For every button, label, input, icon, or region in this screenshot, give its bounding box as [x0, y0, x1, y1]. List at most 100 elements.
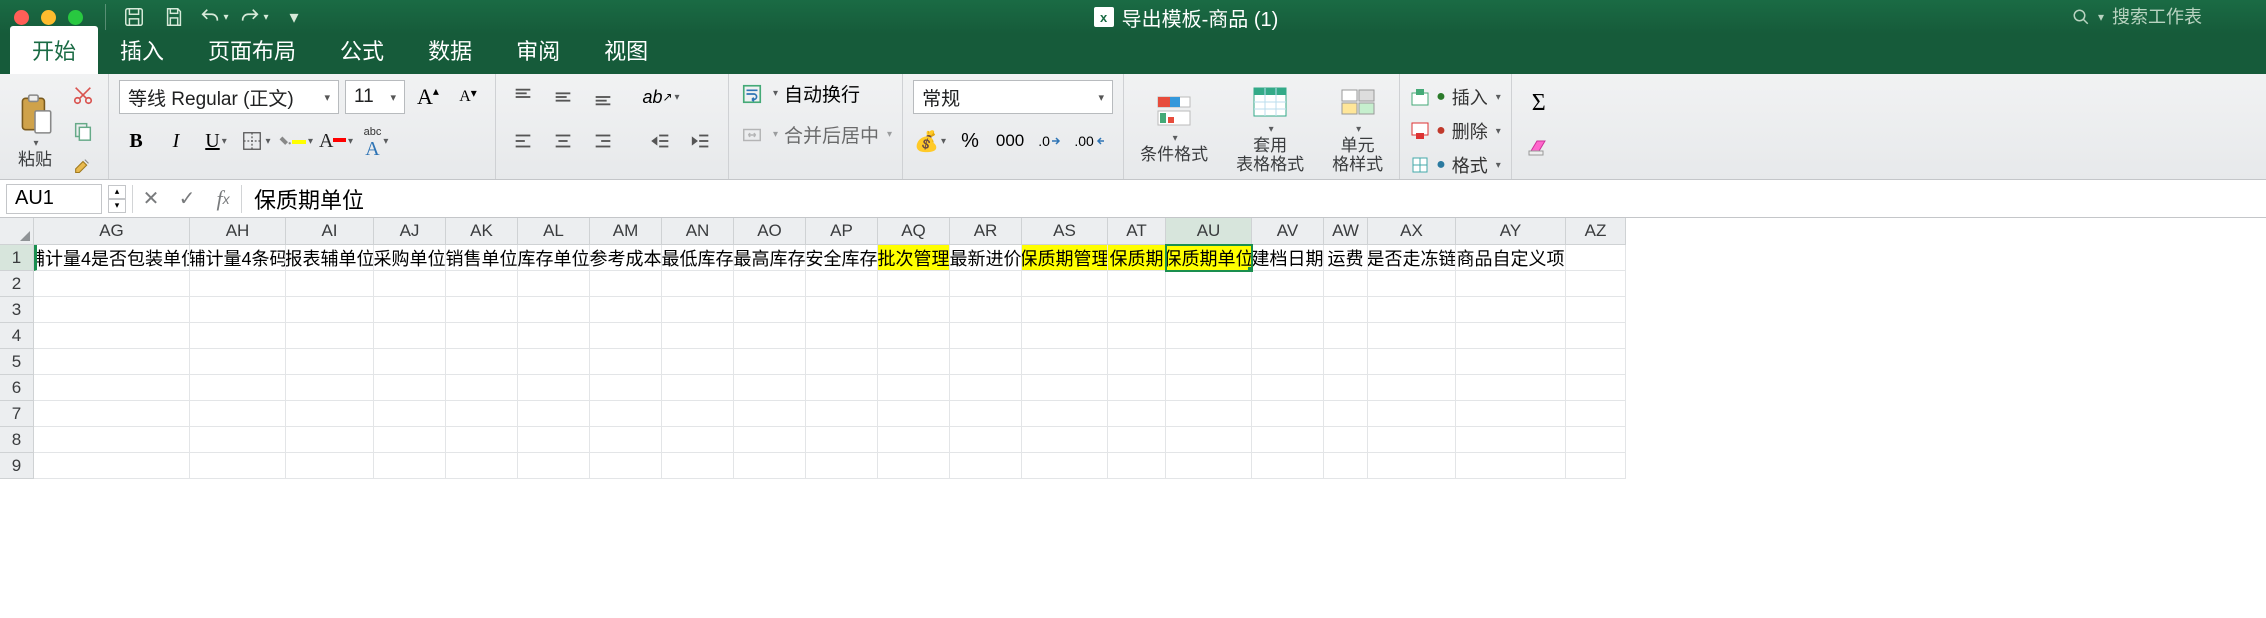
- cell-AZ3[interactable]: [1566, 297, 1626, 323]
- cell-AV2[interactable]: [1252, 271, 1324, 297]
- cell-AP3[interactable]: [806, 297, 878, 323]
- cell-AW2[interactable]: [1324, 271, 1368, 297]
- cell-AS1[interactable]: 保质期管理: [1022, 245, 1108, 271]
- cell-AR5[interactable]: [950, 349, 1022, 375]
- cell-AY3[interactable]: [1456, 297, 1566, 323]
- cell-AI4[interactable]: [286, 323, 374, 349]
- tab-审阅[interactable]: 审阅: [494, 26, 582, 74]
- cell-AH5[interactable]: [190, 349, 286, 375]
- cell-AO2[interactable]: [734, 271, 806, 297]
- cell-AH3[interactable]: [190, 297, 286, 323]
- select-all-button[interactable]: [0, 218, 34, 245]
- cell-AV5[interactable]: [1252, 349, 1324, 375]
- cell-AJ1[interactable]: 采购单位: [374, 245, 446, 271]
- row-header-1[interactable]: 1: [0, 245, 34, 271]
- cell-AP2[interactable]: [806, 271, 878, 297]
- cell-AQ3[interactable]: [878, 297, 950, 323]
- cell-AL1[interactable]: 库存单位: [518, 245, 590, 271]
- col-header-AK[interactable]: AK: [446, 218, 518, 245]
- cell-AU6[interactable]: [1166, 375, 1252, 401]
- cell-AK8[interactable]: [446, 427, 518, 453]
- align-bottom-button[interactable]: [586, 80, 620, 114]
- autosum-button[interactable]: Σ: [1522, 86, 1556, 120]
- cell-AY6[interactable]: [1456, 375, 1566, 401]
- search-input[interactable]: [2112, 7, 2252, 28]
- conditional-format-button[interactable]: ▾ 条件格式: [1134, 89, 1214, 167]
- cell-AO8[interactable]: [734, 427, 806, 453]
- cell-AR2[interactable]: [950, 271, 1022, 297]
- cell-AN3[interactable]: [662, 297, 734, 323]
- cell-AJ5[interactable]: [374, 349, 446, 375]
- decrease-decimal-button[interactable]: .00: [1073, 124, 1107, 158]
- cell-AQ6[interactable]: [878, 375, 950, 401]
- cell-AZ2[interactable]: [1566, 271, 1626, 297]
- cell-AP8[interactable]: [806, 427, 878, 453]
- cell-AM5[interactable]: [590, 349, 662, 375]
- cell-AV1[interactable]: 建档日期: [1252, 245, 1324, 271]
- cell-AG2[interactable]: [34, 271, 190, 297]
- close-window-button[interactable]: [14, 10, 29, 25]
- cell-AI8[interactable]: [286, 427, 374, 453]
- cell-AV4[interactable]: [1252, 323, 1324, 349]
- col-header-AH[interactable]: AH: [190, 218, 286, 245]
- cell-AO4[interactable]: [734, 323, 806, 349]
- cell-AQ5[interactable]: [878, 349, 950, 375]
- cell-AU3[interactable]: [1166, 297, 1252, 323]
- col-header-AU[interactable]: AU: [1166, 218, 1252, 245]
- cell-AG7[interactable]: [34, 401, 190, 427]
- cell-AY1[interactable]: 商品自定义项: [1456, 245, 1566, 271]
- cell-AM1[interactable]: 参考成本: [590, 245, 662, 271]
- cell-AI3[interactable]: [286, 297, 374, 323]
- cell-AK3[interactable]: [446, 297, 518, 323]
- cell-AJ4[interactable]: [374, 323, 446, 349]
- clear-button[interactable]: [1522, 130, 1556, 164]
- cell-AI6[interactable]: [286, 375, 374, 401]
- cell-AZ9[interactable]: [1566, 453, 1626, 479]
- cell-AS8[interactable]: [1022, 427, 1108, 453]
- cell-AY9[interactable]: [1456, 453, 1566, 479]
- search-chevron-icon[interactable]: ▾: [2098, 10, 2104, 24]
- cell-AL7[interactable]: [518, 401, 590, 427]
- cell-AM3[interactable]: [590, 297, 662, 323]
- cell-AK5[interactable]: [446, 349, 518, 375]
- orientation-button[interactable]: ab↗▾: [644, 80, 678, 114]
- cell-AS5[interactable]: [1022, 349, 1108, 375]
- cell-AH6[interactable]: [190, 375, 286, 401]
- cell-AQ7[interactable]: [878, 401, 950, 427]
- cell-AU1[interactable]: 保质期单位: [1166, 245, 1252, 271]
- cell-AW3[interactable]: [1324, 297, 1368, 323]
- cell-AW1[interactable]: 运费: [1324, 245, 1368, 271]
- insert-function-button[interactable]: fx: [205, 180, 241, 218]
- cell-AK2[interactable]: [446, 271, 518, 297]
- cell-AI2[interactable]: [286, 271, 374, 297]
- cell-AL2[interactable]: [518, 271, 590, 297]
- cell-AX5[interactable]: [1368, 349, 1456, 375]
- col-header-AV[interactable]: AV: [1252, 218, 1324, 245]
- tab-插入[interactable]: 插入: [98, 26, 186, 74]
- cell-AJ3[interactable]: [374, 297, 446, 323]
- cell-styles-button[interactable]: ▾ 单元 格样式: [1326, 80, 1389, 176]
- cell-AY5[interactable]: [1456, 349, 1566, 375]
- col-header-AW[interactable]: AW: [1324, 218, 1368, 245]
- cell-AQ8[interactable]: [878, 427, 950, 453]
- cell-AU5[interactable]: [1166, 349, 1252, 375]
- cell-AQ2[interactable]: [878, 271, 950, 297]
- cell-AJ7[interactable]: [374, 401, 446, 427]
- cell-AW5[interactable]: [1324, 349, 1368, 375]
- font-color-button[interactable]: A▾: [319, 124, 353, 158]
- font-name-combo[interactable]: 等线 Regular (正文)▾: [119, 80, 339, 114]
- cell-AH9[interactable]: [190, 453, 286, 479]
- cell-AK7[interactable]: [446, 401, 518, 427]
- cell-AJ8[interactable]: [374, 427, 446, 453]
- cell-AQ4[interactable]: [878, 323, 950, 349]
- cell-AK9[interactable]: [446, 453, 518, 479]
- col-header-AZ[interactable]: AZ: [1566, 218, 1626, 245]
- phonetic-button[interactable]: abcA▾: [359, 124, 393, 158]
- tab-页面布局[interactable]: 页面布局: [186, 26, 318, 74]
- cell-AZ1[interactable]: [1566, 245, 1626, 271]
- cell-AX9[interactable]: [1368, 453, 1456, 479]
- cell-AN6[interactable]: [662, 375, 734, 401]
- col-header-AL[interactable]: AL: [518, 218, 590, 245]
- format-as-table-button[interactable]: ▾ 套用 表格格式: [1230, 80, 1310, 176]
- align-left-button[interactable]: [506, 124, 540, 158]
